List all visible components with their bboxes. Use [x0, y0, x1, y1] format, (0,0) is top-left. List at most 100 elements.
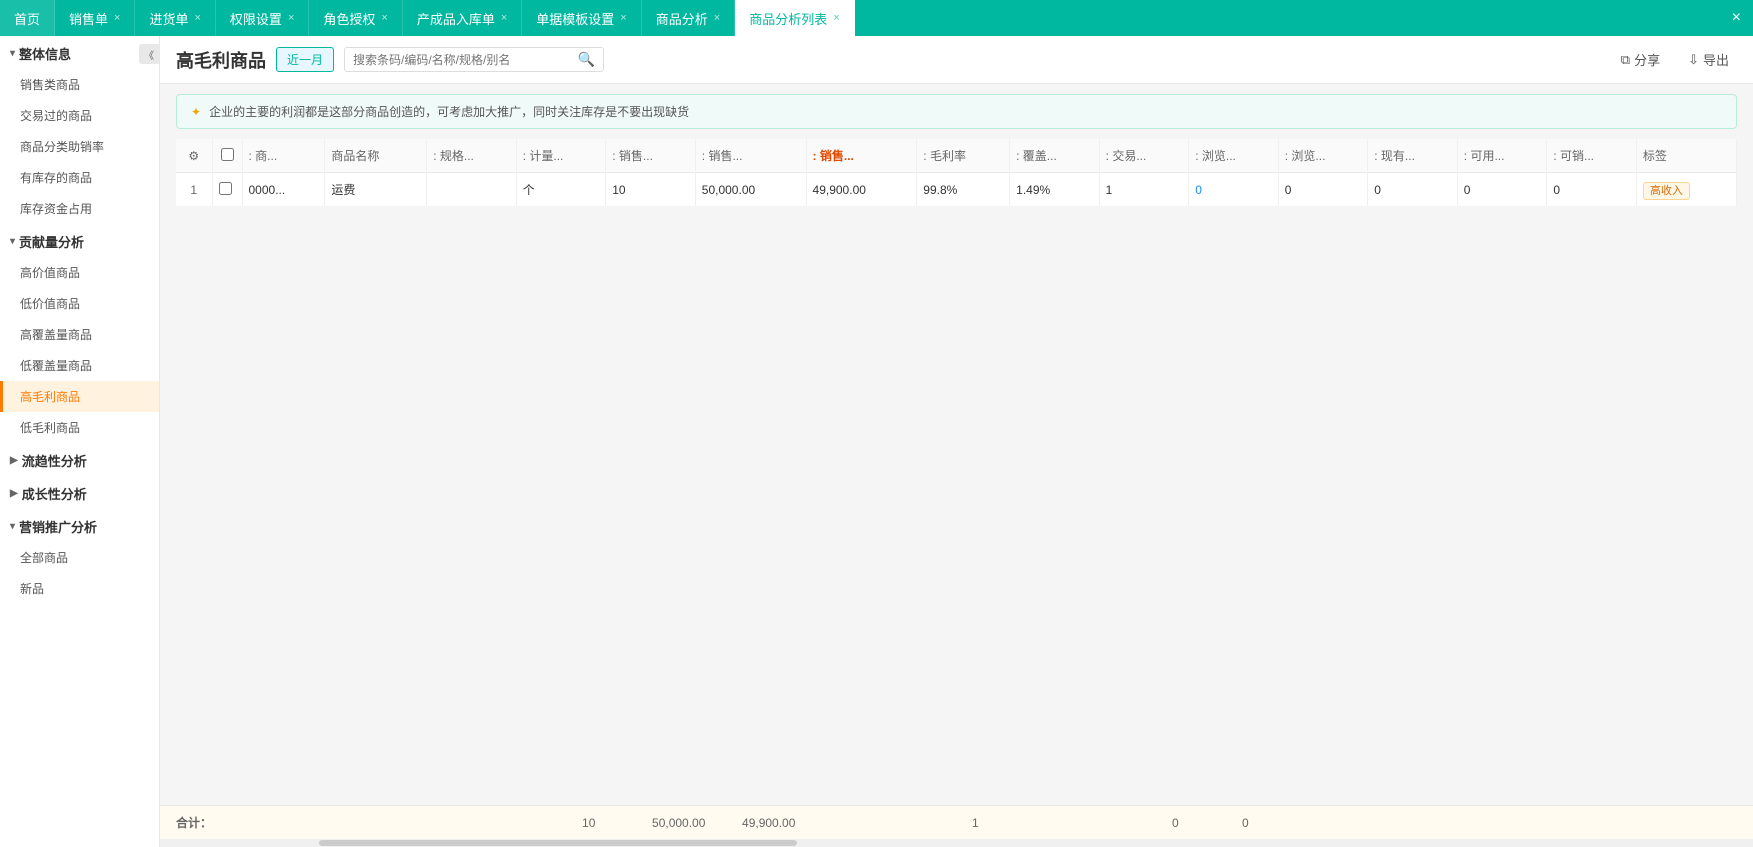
col-settings[interactable]: ⚙	[176, 139, 212, 173]
share-icon: ⧉	[1621, 52, 1630, 68]
tag-badge: 高收入	[1643, 182, 1690, 200]
search-icon[interactable]: 🔍	[578, 51, 595, 68]
sidebar-item-high-coverage[interactable]: 高覆盖量商品	[0, 319, 159, 350]
export-button[interactable]: ⇩ 导出	[1680, 46, 1737, 73]
col-checkbox	[212, 139, 242, 173]
search-box[interactable]: 🔍	[344, 47, 604, 72]
row-sales-qty: 10	[606, 173, 696, 207]
col-available-header[interactable]: : 可用...	[1457, 139, 1547, 173]
row-checkbox-cell	[212, 173, 242, 207]
sidebar-item-category-rate[interactable]: 商品分类助销率	[0, 131, 159, 162]
export-icon: ⇩	[1688, 52, 1699, 68]
col-code-header[interactable]: : 商...	[242, 139, 325, 173]
sidebar-item-low-margin[interactable]: 低毛利商品	[0, 412, 159, 443]
tab-permissions[interactable]: 权限设置 ×	[216, 0, 309, 36]
search-input[interactable]	[353, 53, 578, 67]
col-margin-header[interactable]: : 毛利率	[917, 139, 1010, 173]
sidebar-item-low-coverage[interactable]: 低覆盖量商品	[0, 350, 159, 381]
data-table: ⚙ : 商... 商品名称 : 规格...	[176, 139, 1737, 207]
sidebar-item-all-goods[interactable]: 全部商品	[0, 542, 159, 573]
settings-icon[interactable]: ⚙	[188, 149, 199, 163]
tab-analysis[interactable]: 商品分析 ×	[642, 0, 735, 36]
sidebar: 《 ▾ 整体信息 销售类商品 交易过的商品 商品分类助销率 有库存的商品 库存资…	[0, 36, 160, 847]
totals-sales-qty: 10	[576, 816, 646, 830]
tab-roles[interactable]: 角色授权 ×	[309, 0, 402, 36]
trend-arrow-icon: ▶	[10, 455, 18, 466]
sidebar-collapse-button[interactable]: 《	[139, 44, 159, 64]
tab-analysis-list[interactable]: 商品分析列表 ×	[735, 0, 854, 36]
main-layout: 《 ▾ 整体信息 销售类商品 交易过的商品 商品分类助销率 有库存的商品 库存资…	[0, 36, 1753, 847]
close-permissions-tab[interactable]: ×	[288, 12, 294, 24]
table-header-row: ⚙ : 商... 商品名称 : 规格...	[176, 139, 1737, 173]
col-view2-header[interactable]: : 浏览...	[1278, 139, 1368, 173]
sidebar-item-high-margin[interactable]: 高毛利商品	[0, 381, 159, 412]
totals-trade: 1	[966, 816, 1036, 830]
sidebar-item-stock-capital[interactable]: 库存资金占用	[0, 193, 159, 224]
col-spec-header[interactable]: : 规格...	[427, 139, 517, 173]
page-title: 高毛利商品	[176, 47, 266, 73]
row-trade: 1	[1099, 173, 1189, 207]
row-checkbox[interactable]	[219, 182, 232, 195]
row-view1-link[interactable]: 0	[1195, 183, 1202, 197]
tab-home[interactable]: 首页	[0, 0, 55, 36]
content-area: 高毛利商品 近一月 🔍 ⧉ 分享 ⇩ 导出 ✦ 企业的主要的利润都是这部分商品创…	[160, 36, 1753, 847]
tab-warehouse[interactable]: 产成品入库单 ×	[403, 0, 522, 36]
tab-purchase[interactable]: 进货单 ×	[135, 0, 215, 36]
col-view1-header[interactable]: : 浏览...	[1189, 139, 1279, 173]
col-sales-qty-header[interactable]: : 销售...	[606, 139, 696, 173]
col-current-header[interactable]: : 现有...	[1368, 139, 1458, 173]
sidebar-item-in-stock[interactable]: 有库存的商品	[0, 162, 159, 193]
col-sales-amt2-header[interactable]: : 销售...	[806, 139, 917, 173]
filter-last-month-button[interactable]: 近一月	[276, 47, 334, 72]
select-all-checkbox[interactable]	[221, 148, 234, 161]
close-sales-tab[interactable]: ×	[114, 12, 120, 24]
close-analysis-tab[interactable]: ×	[714, 12, 720, 24]
col-coverage-header[interactable]: : 覆盖...	[1010, 139, 1100, 173]
tab-sales[interactable]: 销售单 ×	[55, 0, 135, 36]
totals-available: 0	[1236, 816, 1306, 830]
col-name-header[interactable]: 商品名称	[325, 139, 427, 173]
table-row: 1 0000... 运费 个 10 50,000.00 49,900.00 99…	[176, 173, 1737, 207]
sidebar-group-overall[interactable]: ▾ 整体信息	[0, 36, 159, 69]
overall-arrow-icon: ▾	[10, 48, 15, 59]
row-coverage: 1.49%	[1010, 173, 1100, 207]
table-container[interactable]: ⚙ : 商... 商品名称 : 规格...	[160, 139, 1753, 805]
totals-current: 0	[1166, 816, 1236, 830]
sidebar-group-growth[interactable]: ▶ 成长性分析	[0, 476, 159, 509]
scrollbar-thumb[interactable]	[319, 840, 797, 846]
col-trade-header[interactable]: : 交易...	[1099, 139, 1189, 173]
row-view2: 0	[1278, 173, 1368, 207]
col-sales-amt1-header[interactable]: : 销售...	[695, 139, 806, 173]
row-code: 0000...	[242, 173, 325, 207]
col-saleable-header[interactable]: : 可销...	[1547, 139, 1637, 173]
sidebar-item-new-goods[interactable]: 新品	[0, 573, 159, 604]
close-analysis-list-tab[interactable]: ×	[833, 12, 839, 24]
row-current: 0	[1368, 173, 1458, 207]
sidebar-group-contribution[interactable]: ▾ 贡献量分析	[0, 224, 159, 257]
col-unit-header[interactable]: : 计量...	[516, 139, 606, 173]
footer-scrollbar[interactable]	[160, 839, 1753, 847]
row-available: 0	[1457, 173, 1547, 207]
sidebar-item-sales-goods[interactable]: 销售类商品	[0, 69, 159, 100]
sidebar-item-low-value[interactable]: 低价值商品	[0, 288, 159, 319]
row-sales-amt1: 50,000.00	[695, 173, 806, 207]
share-button[interactable]: ⧉ 分享	[1613, 46, 1668, 73]
sidebar-group-marketing[interactable]: ▾ 营销推广分析	[0, 509, 159, 542]
row-view1: 0	[1189, 173, 1279, 207]
tab-template[interactable]: 单据模板设置 ×	[522, 0, 641, 36]
row-saleable: 0	[1547, 173, 1637, 207]
col-tag-header[interactable]: 标签	[1636, 139, 1736, 173]
row-unit: 个	[516, 173, 606, 207]
sidebar-item-high-value[interactable]: 高价值商品	[0, 257, 159, 288]
totals-sales-amt2: 49,900.00	[736, 816, 826, 830]
star-icon: ✦	[191, 105, 201, 119]
close-template-tab[interactable]: ×	[620, 12, 626, 24]
sidebar-item-traded-goods[interactable]: 交易过的商品	[0, 100, 159, 131]
close-roles-tab[interactable]: ×	[381, 12, 387, 24]
sidebar-group-trend[interactable]: ▶ 流趋性分析	[0, 443, 159, 476]
close-all-tabs-button[interactable]: ×	[1720, 9, 1753, 27]
totals-sales-amt1: 50,000.00	[646, 816, 736, 830]
row-sales-amt2: 49,900.00	[806, 173, 917, 207]
close-warehouse-tab[interactable]: ×	[501, 12, 507, 24]
close-purchase-tab[interactable]: ×	[194, 12, 200, 24]
